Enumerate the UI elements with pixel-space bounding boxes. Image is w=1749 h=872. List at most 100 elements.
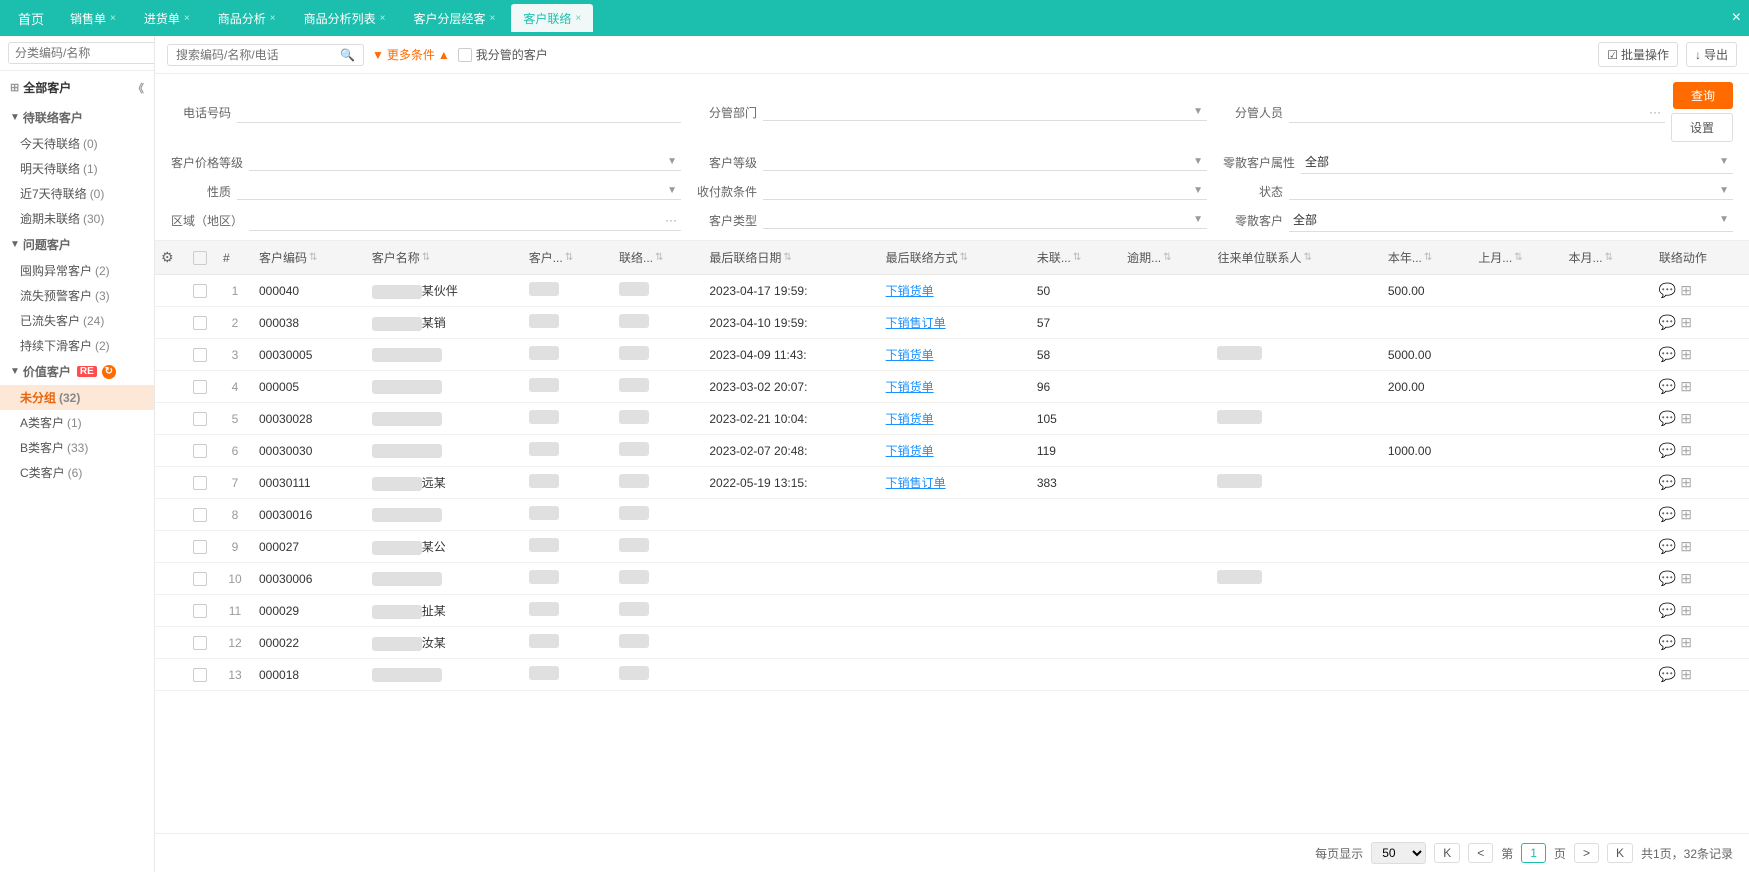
sidebar-collapse-icon[interactable]: 《 [133, 80, 144, 96]
td-checkbox[interactable] [187, 627, 217, 659]
tab-customer-segment[interactable]: 客户分层经客 × [401, 4, 507, 32]
gender-select[interactable]: ▼ [237, 182, 681, 200]
dept-select[interactable]: ▼ [763, 103, 1207, 121]
filter-search-icon[interactable]: 🔍 [340, 48, 355, 62]
td-checkbox[interactable] [187, 563, 217, 595]
grid-action-icon[interactable]: ⊞ [1680, 410, 1692, 427]
last-method-link[interactable]: 下销货单 [886, 380, 934, 394]
td-last-method[interactable] [880, 531, 1031, 563]
th-last-date[interactable]: 最后联络日期 [703, 241, 879, 275]
phone-input[interactable] [237, 102, 681, 123]
last-page-button[interactable]: K [1607, 843, 1633, 863]
grid-action-icon[interactable]: ⊞ [1680, 282, 1692, 299]
close-product-analysis-list-icon[interactable]: × [380, 13, 386, 24]
my-customers-checkbox[interactable] [458, 48, 472, 62]
td-last-method[interactable]: 下销货单 [880, 371, 1031, 403]
sidebar-group-value[interactable]: ▼ 价值客户 RE ↻ [0, 358, 154, 385]
message-icon[interactable]: 💬 [1659, 602, 1676, 619]
td-checkbox[interactable] [187, 499, 217, 531]
th-this-year[interactable]: 本年... [1382, 241, 1472, 275]
td-last-method[interactable] [880, 627, 1031, 659]
last-method-link[interactable]: 下销货单 [886, 284, 934, 298]
close-product-analysis-icon[interactable]: × [270, 13, 276, 24]
grid-action-icon[interactable]: ⊞ [1680, 314, 1692, 331]
message-icon[interactable]: 💬 [1659, 378, 1676, 395]
sidebar-item-lost[interactable]: 已流失客户(24) [0, 308, 154, 333]
td-checkbox[interactable] [187, 467, 217, 499]
grid-action-icon[interactable]: ⊞ [1680, 474, 1692, 491]
message-icon[interactable]: 💬 [1659, 538, 1676, 555]
grid-action-icon[interactable]: ⊞ [1680, 602, 1692, 619]
message-icon[interactable]: 💬 [1659, 314, 1676, 331]
message-icon[interactable]: 💬 [1659, 666, 1676, 683]
message-icon[interactable]: 💬 [1659, 474, 1676, 491]
retail-customer-select[interactable]: 全部 ▼ [1289, 208, 1733, 232]
td-last-method[interactable] [880, 595, 1031, 627]
export-button[interactable]: ↓ 导出 [1686, 42, 1737, 67]
retail-attr-select[interactable]: 全部 ▼ [1301, 150, 1733, 174]
sidebar-item-class-c[interactable]: C类客户(6) [0, 460, 154, 485]
query-button[interactable]: 查询 [1673, 82, 1733, 109]
home-tab[interactable]: 首页 [8, 9, 54, 28]
tab-product-analysis-list[interactable]: 商品分析列表 × [292, 4, 398, 32]
sidebar-item-today-pending[interactable]: 今天待联络(0) [0, 131, 154, 156]
filter-search-input[interactable] [176, 48, 336, 62]
row-checkbox[interactable] [193, 668, 207, 682]
price-level-select[interactable]: ▼ [249, 153, 681, 171]
td-last-method[interactable] [880, 499, 1031, 531]
sidebar-item-loss-warning[interactable]: 流失预警客户(3) [0, 283, 154, 308]
region-more-icon[interactable]: ··· [665, 213, 677, 227]
last-method-link[interactable]: 下销货单 [886, 444, 934, 458]
row-checkbox[interactable] [193, 284, 207, 298]
td-last-method[interactable]: 下销货单 [880, 435, 1031, 467]
message-icon[interactable]: 💬 [1659, 346, 1676, 363]
close-sales-icon[interactable]: × [110, 13, 116, 24]
grid-action-icon[interactable]: ⊞ [1680, 506, 1692, 523]
sidebar-item-declining[interactable]: 持续下滑客户(2) [0, 333, 154, 358]
message-icon[interactable]: 💬 [1659, 634, 1676, 651]
th-last-method[interactable]: 最后联络方式 [880, 241, 1031, 275]
td-checkbox[interactable] [187, 403, 217, 435]
td-last-method[interactable]: 下销售订单 [880, 467, 1031, 499]
page-size-select[interactable]: 50 100 200 [1371, 842, 1426, 864]
row-checkbox[interactable] [193, 348, 207, 362]
td-checkbox[interactable] [187, 531, 217, 563]
sidebar-item-overdue-pending[interactable]: 逾期未联络(30) [0, 206, 154, 231]
td-last-method[interactable]: 下销货单 [880, 339, 1031, 371]
customer-level-select[interactable]: ▼ [763, 153, 1207, 171]
grid-action-icon[interactable]: ⊞ [1680, 538, 1692, 555]
td-checkbox[interactable] [187, 307, 217, 339]
filter-my-customers[interactable]: 我分管的客户 [458, 46, 548, 63]
close-customer-contact-icon[interactable]: × [575, 13, 581, 24]
th-contact[interactable]: 联络... [613, 241, 703, 275]
grid-action-icon[interactable]: ⊞ [1680, 570, 1692, 587]
row-checkbox[interactable] [193, 380, 207, 394]
status-select[interactable]: ▼ [1289, 182, 1733, 200]
next-page-button[interactable]: > [1574, 843, 1599, 863]
message-icon[interactable]: 💬 [1659, 570, 1676, 587]
message-icon[interactable]: 💬 [1659, 442, 1676, 459]
manager-more-icon[interactable]: ··· [1649, 105, 1661, 119]
th-settings[interactable]: ⚙ [155, 241, 187, 275]
grid-action-icon[interactable]: ⊞ [1680, 378, 1692, 395]
row-checkbox[interactable] [193, 316, 207, 330]
th-code[interactable]: 客户编码 [253, 241, 366, 275]
reset-button[interactable]: 设置 [1671, 113, 1733, 142]
sidebar-item-ungrouped[interactable]: 未分组(32) [0, 385, 154, 410]
last-method-link[interactable]: 下销货单 [886, 412, 934, 426]
tab-sales[interactable]: 销售单 × [58, 4, 128, 32]
th-unit-contact[interactable]: 往来单位联系人 [1211, 241, 1381, 275]
tab-purchase[interactable]: 进货单 × [132, 4, 202, 32]
grid-action-icon[interactable]: ⊞ [1680, 346, 1692, 363]
close-window-icon[interactable]: × [1732, 9, 1741, 27]
message-icon[interactable]: 💬 [1659, 282, 1676, 299]
sidebar-group-problem[interactable]: ▼ 问题客户 [0, 231, 154, 258]
sidebar-item-hoard-abnormal[interactable]: 囤购异常客户(2) [0, 258, 154, 283]
row-checkbox[interactable] [193, 604, 207, 618]
td-checkbox[interactable] [187, 659, 217, 691]
td-checkbox[interactable] [187, 595, 217, 627]
td-last-method[interactable] [880, 563, 1031, 595]
th-last-month[interactable]: 上月... [1472, 241, 1562, 275]
prev-page-button[interactable]: < [1468, 843, 1493, 863]
sidebar-search-input[interactable] [8, 42, 155, 64]
